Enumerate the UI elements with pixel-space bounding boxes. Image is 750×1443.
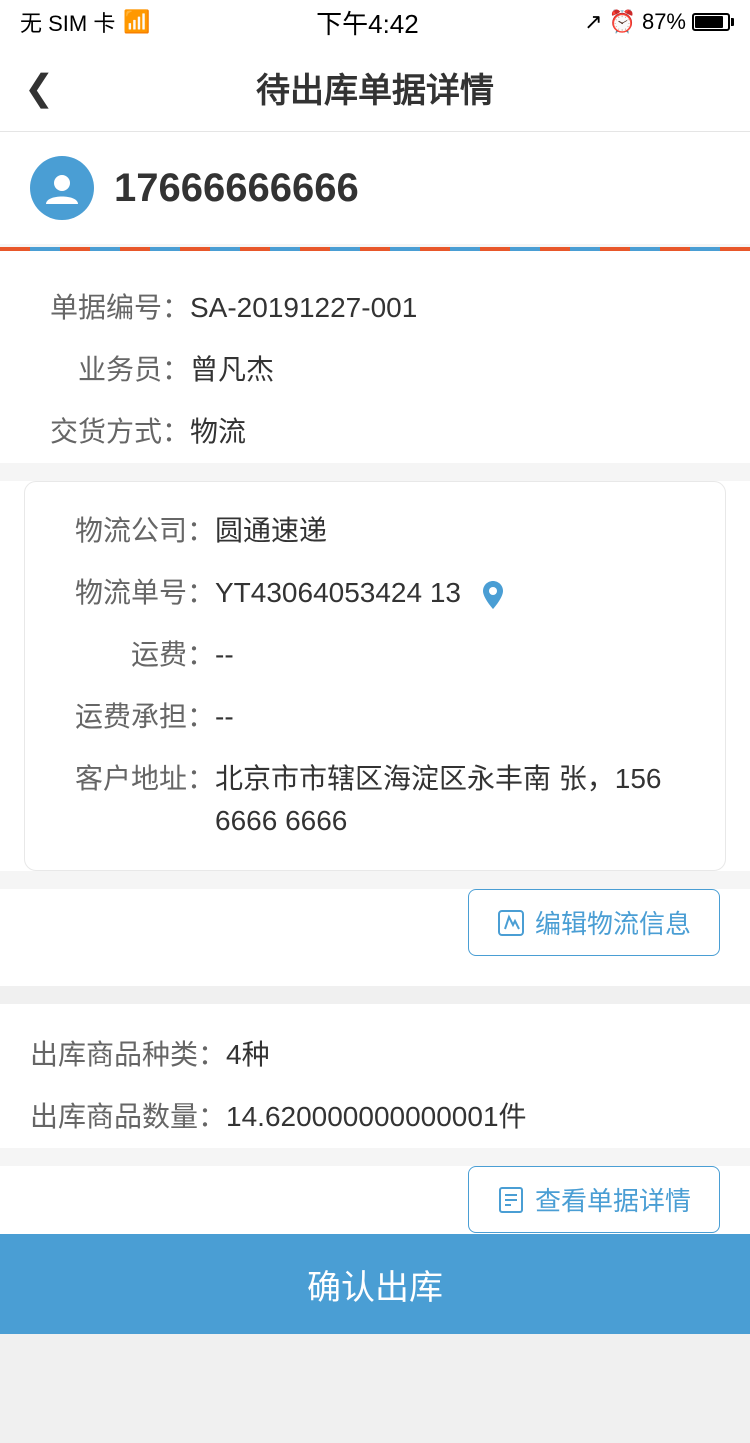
battery-icon xyxy=(692,13,730,31)
logistics-company-value: 圆通速递 xyxy=(215,510,695,552)
carrier-label: 无 SIM 卡 xyxy=(20,6,115,38)
address-row: 客户地址： 北京市市辖区海淀区永丰南 张，156 6666 6666 xyxy=(55,758,695,842)
freight-label: 运费： xyxy=(55,634,215,676)
delivery-label: 交货方式： xyxy=(30,411,190,453)
map-pin-icon[interactable] xyxy=(477,579,509,611)
salesman-label: 业务员： xyxy=(30,349,190,391)
edit-logistics-button[interactable]: 编辑物流信息 xyxy=(468,889,720,956)
page-title: 待出库单据详情 xyxy=(256,63,494,112)
wifi-icon: 📶 xyxy=(123,9,150,35)
order-no-row: 单据编号： SA-20191227-001 xyxy=(30,287,720,329)
edit-icon xyxy=(497,909,525,937)
status-left: 无 SIM 卡 📶 xyxy=(20,6,151,38)
freight-bearer-label: 运费承担： xyxy=(55,696,215,738)
status-right: ↗ ⏰ 87% xyxy=(584,9,730,35)
delivery-value: 物流 xyxy=(190,411,720,453)
battery-percent: 87% xyxy=(642,9,686,35)
goods-section: 出库商品种类： 4种 出库商品数量： 14.620000000000001件 xyxy=(0,1004,750,1148)
avatar-icon xyxy=(42,168,82,208)
freight-bearer-row: 运费承担： -- xyxy=(55,696,695,738)
salesman-value: 曾凡杰 xyxy=(190,349,720,391)
logistics-card: 物流公司： 圆通速递 物流单号： YT43064053424 13 运费： --… xyxy=(24,481,726,871)
avatar xyxy=(30,156,94,220)
order-no-value: SA-20191227-001 xyxy=(190,287,720,329)
logistics-company-label: 物流公司： xyxy=(55,510,215,552)
logistics-company-row: 物流公司： 圆通速递 xyxy=(55,510,695,552)
alarm-icon: ⏰ xyxy=(609,9,636,35)
goods-types-row: 出库商品种类： 4种 xyxy=(30,1034,720,1076)
order-no-label: 单据编号： xyxy=(30,287,190,329)
freight-bearer-value: -- xyxy=(215,696,695,738)
view-details-button[interactable]: 查看单据详情 xyxy=(468,1166,720,1233)
goods-quantity-value: 14.620000000000001件 xyxy=(226,1096,720,1138)
delivery-row: 交货方式： 物流 xyxy=(30,411,720,453)
status-time: 下午4:42 xyxy=(316,4,419,41)
back-button[interactable]: ❮ xyxy=(24,67,54,109)
goods-types-label: 出库商品种类： xyxy=(30,1034,226,1076)
stripe-divider xyxy=(0,247,750,257)
goods-types-value: 4种 xyxy=(226,1034,720,1076)
customer-phone: 17666666666 xyxy=(114,166,359,211)
goods-quantity-label: 出库商品数量： xyxy=(30,1096,226,1138)
freight-value: -- xyxy=(215,634,695,676)
tracking-no-label: 物流单号： xyxy=(55,572,215,614)
salesman-row: 业务员： 曾凡杰 xyxy=(30,349,720,391)
freight-row: 运费： -- xyxy=(55,634,695,676)
tracking-no-value: YT43064053424 13 xyxy=(215,572,695,614)
address-label: 客户地址： xyxy=(55,758,215,800)
section-divider-1 xyxy=(0,986,750,1004)
status-bar: 无 SIM 卡 📶 下午4:42 ↗ ⏰ 87% xyxy=(0,0,750,44)
document-icon xyxy=(497,1186,525,1214)
basic-info-section: 单据编号： SA-20191227-001 业务员： 曾凡杰 交货方式： 物流 xyxy=(0,257,750,463)
location-icon: ↗ xyxy=(584,9,602,35)
customer-header: 17666666666 xyxy=(0,132,750,244)
nav-bar: ❮ 待出库单据详情 xyxy=(0,44,750,132)
confirm-button[interactable]: 确认出库 xyxy=(0,1234,750,1334)
goods-quantity-row: 出库商品数量： 14.620000000000001件 xyxy=(30,1096,720,1138)
tracking-no-row: 物流单号： YT43064053424 13 xyxy=(55,572,695,614)
address-value: 北京市市辖区海淀区永丰南 张，156 6666 6666 xyxy=(215,758,695,842)
edit-logistics-btn-row: 编辑物流信息 xyxy=(0,889,750,986)
